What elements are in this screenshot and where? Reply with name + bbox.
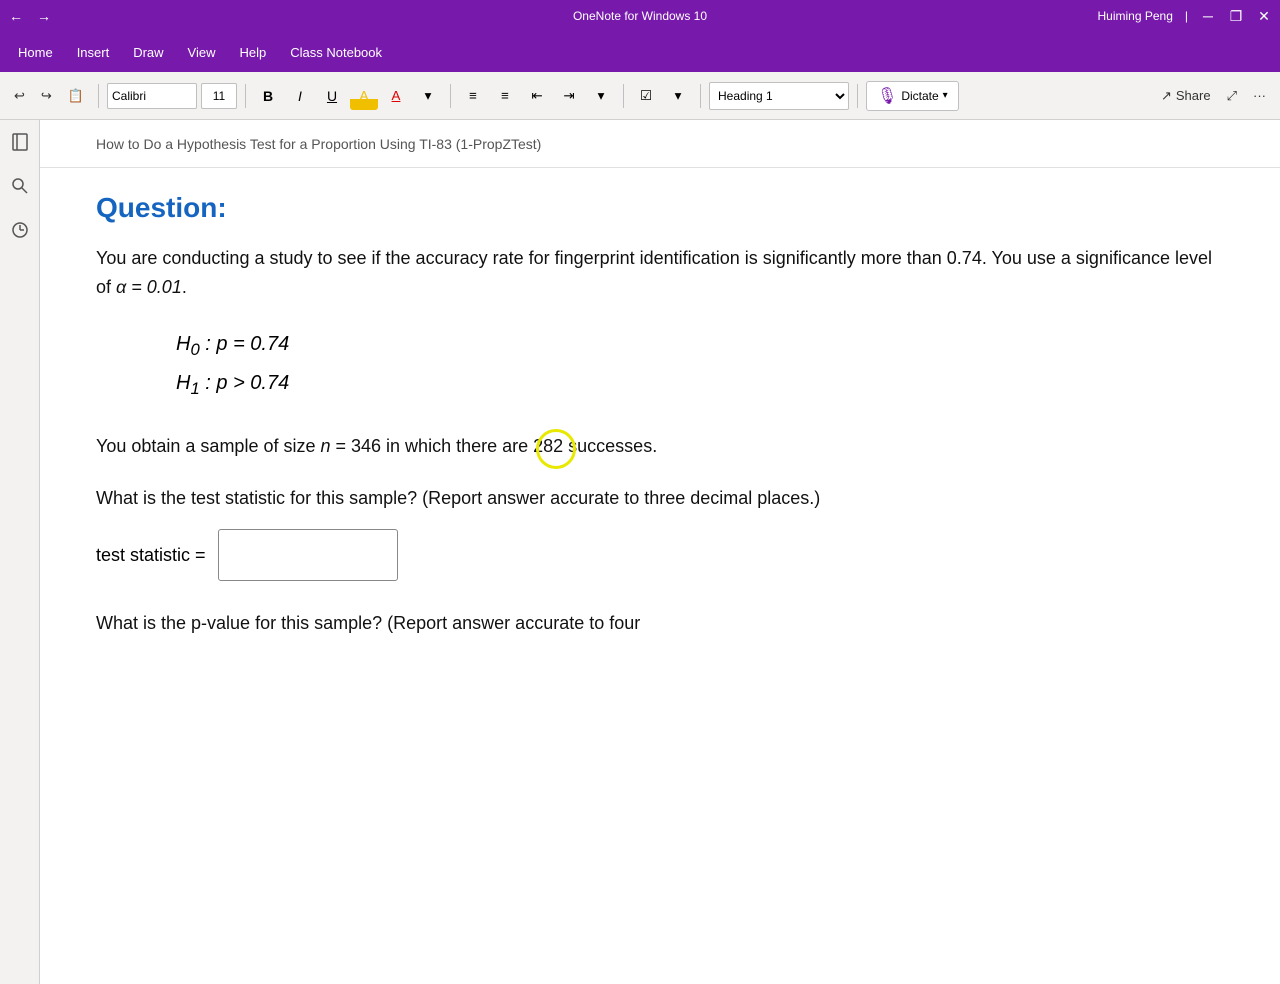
hypothesis-block: H0 : p = 0.74 H1 : p > 0.74 — [176, 326, 1224, 404]
expand-button[interactable]: ⤢ — [1221, 80, 1243, 112]
minimize-button[interactable]: ─ — [1200, 8, 1216, 24]
clipboard-button[interactable]: 📋 — [62, 80, 90, 112]
sidebar-icon-recent[interactable] — [6, 216, 34, 244]
menu-bar: Home Insert Draw View Help Class Noteboo… — [0, 32, 1280, 72]
forward-button[interactable]: → — [36, 8, 52, 24]
underline-button[interactable]: U — [318, 82, 346, 110]
menu-view[interactable]: View — [178, 41, 226, 64]
h0-equation: H0 : p = 0.74 — [176, 326, 1224, 365]
title-bar-right: Huiming Peng | ─ ❐ ✕ — [1098, 8, 1273, 24]
undo-button[interactable]: ↩ — [8, 80, 31, 112]
highlight-button[interactable]: A — [350, 82, 378, 110]
dictate-dropdown-icon: ▾ — [943, 90, 948, 101]
question-heading: Question: — [96, 192, 1224, 224]
username-label: Huiming Peng — [1098, 9, 1173, 23]
heading-select[interactable]: Heading 1 Heading 2 Normal — [709, 82, 849, 110]
app-title: OneNote for Windows 10 — [573, 9, 707, 23]
sample-text: You obtain a sample of size n = 346 in w… — [96, 432, 1224, 461]
dropdown-btn-2[interactable]: ▾ — [587, 82, 615, 110]
test-stat-input[interactable] — [218, 529, 398, 581]
alpha-symbol: α = 0.01 — [116, 277, 182, 297]
question2-text: What is the test statistic for this samp… — [96, 484, 1224, 513]
italic-button[interactable]: I — [286, 82, 314, 110]
toolbar-sep-3 — [450, 84, 451, 108]
close-button[interactable]: ✕ — [1256, 8, 1272, 24]
toolbar-sep-6 — [857, 84, 858, 108]
toolbar-sep-1 — [98, 84, 99, 108]
test-stat-row: test statistic = — [96, 529, 1224, 581]
redo-button[interactable]: ↪ — [35, 80, 58, 112]
title-bar-left: ← → — [8, 8, 52, 24]
indent-decrease-button[interactable]: ⇤ — [523, 82, 551, 110]
maximize-button[interactable]: ❐ — [1228, 8, 1244, 24]
menu-home[interactable]: Home — [8, 41, 63, 64]
back-button[interactable]: ← — [8, 8, 24, 24]
menu-insert[interactable]: Insert — [67, 41, 120, 64]
numbered-list-button[interactable]: ≡ — [491, 82, 519, 110]
test-stat-label: test statistic = — [96, 545, 206, 566]
main-content: Question: You are conducting a study to … — [40, 168, 1280, 984]
sidebar-icon-search[interactable] — [6, 172, 34, 200]
page-breadcrumb: How to Do a Hypothesis Test for a Propor… — [96, 136, 541, 152]
font-color-button[interactable]: A — [382, 82, 410, 110]
share-icon: ↗ — [1161, 88, 1172, 104]
h1-equation: H1 : p > 0.74 — [176, 365, 1224, 404]
font-name-input[interactable] — [107, 83, 197, 109]
toolbar-sep-2 — [245, 84, 246, 108]
font-size-input[interactable] — [201, 83, 237, 109]
title-separator: | — [1185, 9, 1188, 23]
dropdown-btn-1[interactable]: ▾ — [414, 82, 442, 110]
sidebar-icon-notebooks[interactable] — [6, 128, 34, 156]
bold-button[interactable]: B — [254, 82, 282, 110]
menu-help[interactable]: Help — [230, 41, 277, 64]
page-title-area: How to Do a Hypothesis Test for a Propor… — [40, 120, 1280, 168]
toolbar-sep-4 — [623, 84, 624, 108]
dictate-button[interactable]: 🎙 Dictate ▾ — [866, 81, 959, 111]
more-button[interactable]: ··· — [1247, 80, 1272, 112]
checkbox-button[interactable]: ☑ — [632, 82, 660, 110]
toolbar: ↩ ↪ 📋 B I U A A ▾ ≡ ≡ ⇤ ⇥ ▾ ☑ ▾ Heading … — [0, 72, 1280, 120]
question-text: You are conducting a study to see if the… — [96, 244, 1224, 302]
toolbar-sep-5 — [700, 84, 701, 108]
dropdown-btn-3[interactable]: ▾ — [664, 82, 692, 110]
menu-class-notebook[interactable]: Class Notebook — [280, 41, 392, 64]
indent-increase-button[interactable]: ⇥ — [555, 82, 583, 110]
menu-draw[interactable]: Draw — [123, 41, 173, 64]
title-bar: ← → OneNote for Windows 10 Huiming Peng … — [0, 0, 1280, 32]
share-button[interactable]: ↗ Share — [1155, 80, 1217, 112]
list-button[interactable]: ≡ — [459, 82, 487, 110]
mic-icon: 🎙 — [877, 86, 897, 106]
pvalue-text: What is the p-value for this sample? (Re… — [96, 609, 1224, 638]
left-sidebar — [0, 120, 40, 984]
